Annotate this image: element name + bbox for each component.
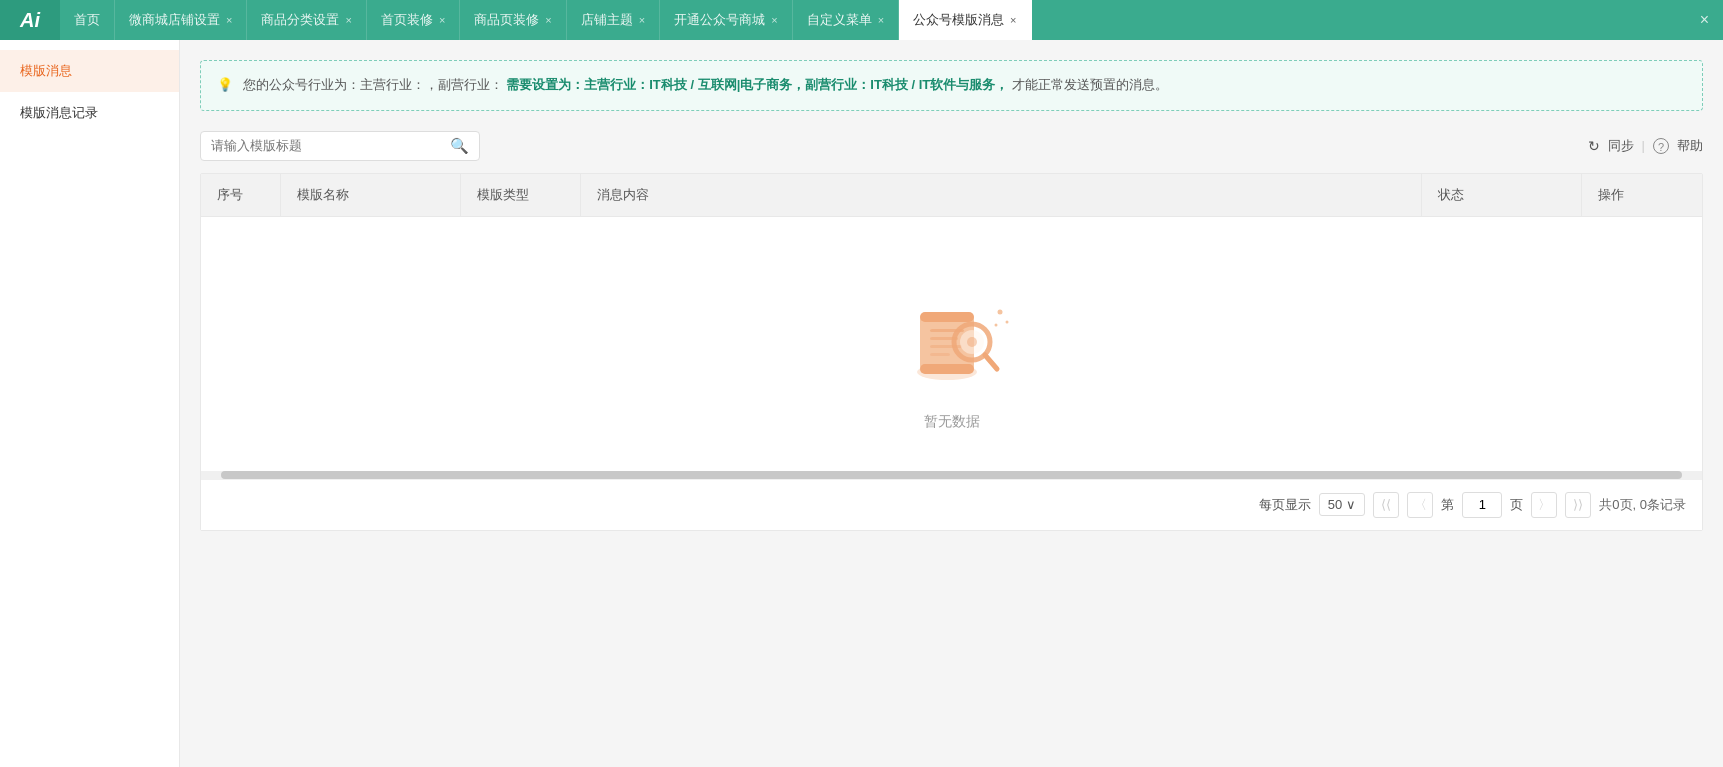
- data-table: 序号 模版名称 模版类型 消息内容 状态 操作: [200, 173, 1703, 531]
- svg-point-12: [997, 309, 1002, 314]
- svg-rect-7: [930, 353, 950, 356]
- nav-tab-weshop[interactable]: 微商城店铺设置 ×: [115, 0, 247, 40]
- notice-box: 💡 您的公众号行业为：主营行业：，副营行业： 需要设置为：主营行业：IT科技 /…: [200, 60, 1703, 111]
- top-nav: Ai 首页 微商城店铺设置 × 商品分类设置 × 首页装修 × 商品页装修 × …: [0, 0, 1723, 40]
- help-button[interactable]: 帮助: [1677, 137, 1703, 155]
- nav-tab-category-label: 商品分类设置: [261, 11, 339, 29]
- per-page-chevron-icon: ∨: [1346, 497, 1356, 512]
- notice-suffix: 才能正常发送预置的消息。: [1012, 77, 1168, 92]
- sidebar-item-template-log-label: 模版消息记录: [20, 105, 98, 120]
- nav-tab-category-close[interactable]: ×: [345, 14, 351, 26]
- search-input[interactable]: [211, 138, 450, 153]
- page-unit: 页: [1510, 496, 1523, 514]
- nav-tab-weshop-close[interactable]: ×: [226, 14, 232, 26]
- main-layout: 模版消息 模版消息记录 💡 您的公众号行业为：主营行业：，副营行业： 需要设置为…: [0, 40, 1723, 767]
- svg-point-13: [1005, 320, 1008, 323]
- sidebar-item-template-msg[interactable]: 模版消息: [0, 50, 179, 92]
- page-label: 第: [1441, 496, 1454, 514]
- nav-tab-theme-close[interactable]: ×: [639, 14, 645, 26]
- svg-point-14: [994, 323, 997, 326]
- sidebar-item-template-msg-label: 模版消息: [20, 63, 72, 78]
- toolbar-right: ↻ 同步 | ? 帮助: [1588, 137, 1703, 155]
- nav-tab-product-close[interactable]: ×: [545, 14, 551, 26]
- nav-tab-openwx-label: 开通公众号商城: [674, 11, 765, 29]
- nav-tab-weshop-label: 微商城店铺设置: [129, 11, 220, 29]
- empty-illustration: [892, 277, 1012, 397]
- svg-line-10: [985, 355, 997, 369]
- nav-tab-home-label: 首页: [74, 11, 100, 29]
- col-status: 状态: [1422, 174, 1582, 216]
- sync-icon: ↻: [1588, 138, 1600, 154]
- sidebar: 模版消息 模版消息记录: [0, 40, 180, 767]
- nav-tab-homepage[interactable]: 首页装修 ×: [367, 0, 460, 40]
- logo-text: Ai: [20, 9, 40, 32]
- nav-tab-custommenu[interactable]: 自定义菜单 ×: [793, 0, 899, 40]
- col-type: 模版类型: [461, 174, 581, 216]
- help-icon: ?: [1653, 138, 1669, 154]
- svg-point-11: [967, 337, 977, 347]
- pagination: 每页显示 50 ∨ ⟨⟨ 〈 第 页 〉 ⟩⟩ 共0页, 0条记录: [201, 479, 1702, 530]
- nav-tab-product[interactable]: 商品页装修 ×: [460, 0, 566, 40]
- col-action: 操作: [1582, 174, 1702, 216]
- empty-text: 暂无数据: [924, 413, 980, 431]
- col-name: 模版名称: [281, 174, 461, 216]
- per-page-label: 每页显示: [1259, 496, 1311, 514]
- col-index: 序号: [201, 174, 281, 216]
- nav-tab-openwx[interactable]: 开通公众号商城 ×: [660, 0, 792, 40]
- first-page-button[interactable]: ⟨⟨: [1373, 492, 1399, 518]
- logo: Ai: [0, 0, 60, 40]
- toolbar-divider: |: [1642, 138, 1645, 153]
- col-content: 消息内容: [581, 174, 1422, 216]
- nav-tab-wxtemplate-label: 公众号模版消息: [913, 11, 1004, 29]
- content-area: 💡 您的公众号行业为：主营行业：，副营行业： 需要设置为：主营行业：IT科技 /…: [180, 40, 1723, 767]
- per-page-value: 50: [1328, 497, 1342, 512]
- notice-prefix: 您的公众号行业为：主营行业：，副营行业：: [243, 77, 503, 92]
- sync-button[interactable]: 同步: [1608, 137, 1634, 155]
- nav-tab-homepage-label: 首页装修: [381, 11, 433, 29]
- nav-tab-category[interactable]: 商品分类设置 ×: [247, 0, 366, 40]
- nav-tab-homepage-close[interactable]: ×: [439, 14, 445, 26]
- scrollbar-thumb[interactable]: [221, 471, 1682, 479]
- search-input-wrap[interactable]: 🔍: [200, 131, 480, 161]
- table-header: 序号 模版名称 模版类型 消息内容 状态 操作: [201, 174, 1702, 217]
- page-number-input[interactable]: [1462, 492, 1502, 518]
- empty-state: 暂无数据: [201, 217, 1702, 471]
- nav-tab-wxtemplate[interactable]: 公众号模版消息 ×: [899, 0, 1031, 40]
- total-info: 共0页, 0条记录: [1599, 496, 1686, 514]
- nav-tab-theme[interactable]: 店铺主题 ×: [567, 0, 660, 40]
- last-page-button[interactable]: ⟩⟩: [1565, 492, 1591, 518]
- nav-tab-product-label: 商品页装修: [474, 11, 539, 29]
- svg-rect-2: [920, 312, 974, 322]
- nav-tab-openwx-close[interactable]: ×: [771, 14, 777, 26]
- search-button[interactable]: 🔍: [450, 137, 469, 155]
- nav-tab-home[interactable]: 首页: [60, 0, 115, 40]
- nav-tab-custommenu-label: 自定义菜单: [807, 11, 872, 29]
- nav-tab-theme-label: 店铺主题: [581, 11, 633, 29]
- svg-rect-3: [920, 364, 974, 374]
- prev-page-button[interactable]: 〈: [1407, 492, 1433, 518]
- sidebar-item-template-log[interactable]: 模版消息记录: [0, 92, 179, 134]
- notice-highlight: 需要设置为：主营行业：IT科技 / 互联网|电子商务，副营行业：IT科技 / I…: [506, 77, 1008, 92]
- nav-tab-wxtemplate-close[interactable]: ×: [1010, 14, 1016, 26]
- nav-tab-custommenu-close[interactable]: ×: [878, 14, 884, 26]
- search-bar: 🔍 ↻ 同步 | ? 帮助: [200, 131, 1703, 161]
- per-page-select[interactable]: 50 ∨: [1319, 493, 1365, 516]
- next-page-button[interactable]: 〉: [1531, 492, 1557, 518]
- horizontal-scrollbar[interactable]: [201, 471, 1702, 479]
- notice-icon: 💡: [217, 77, 233, 92]
- close-all-button[interactable]: ×: [1686, 11, 1723, 29]
